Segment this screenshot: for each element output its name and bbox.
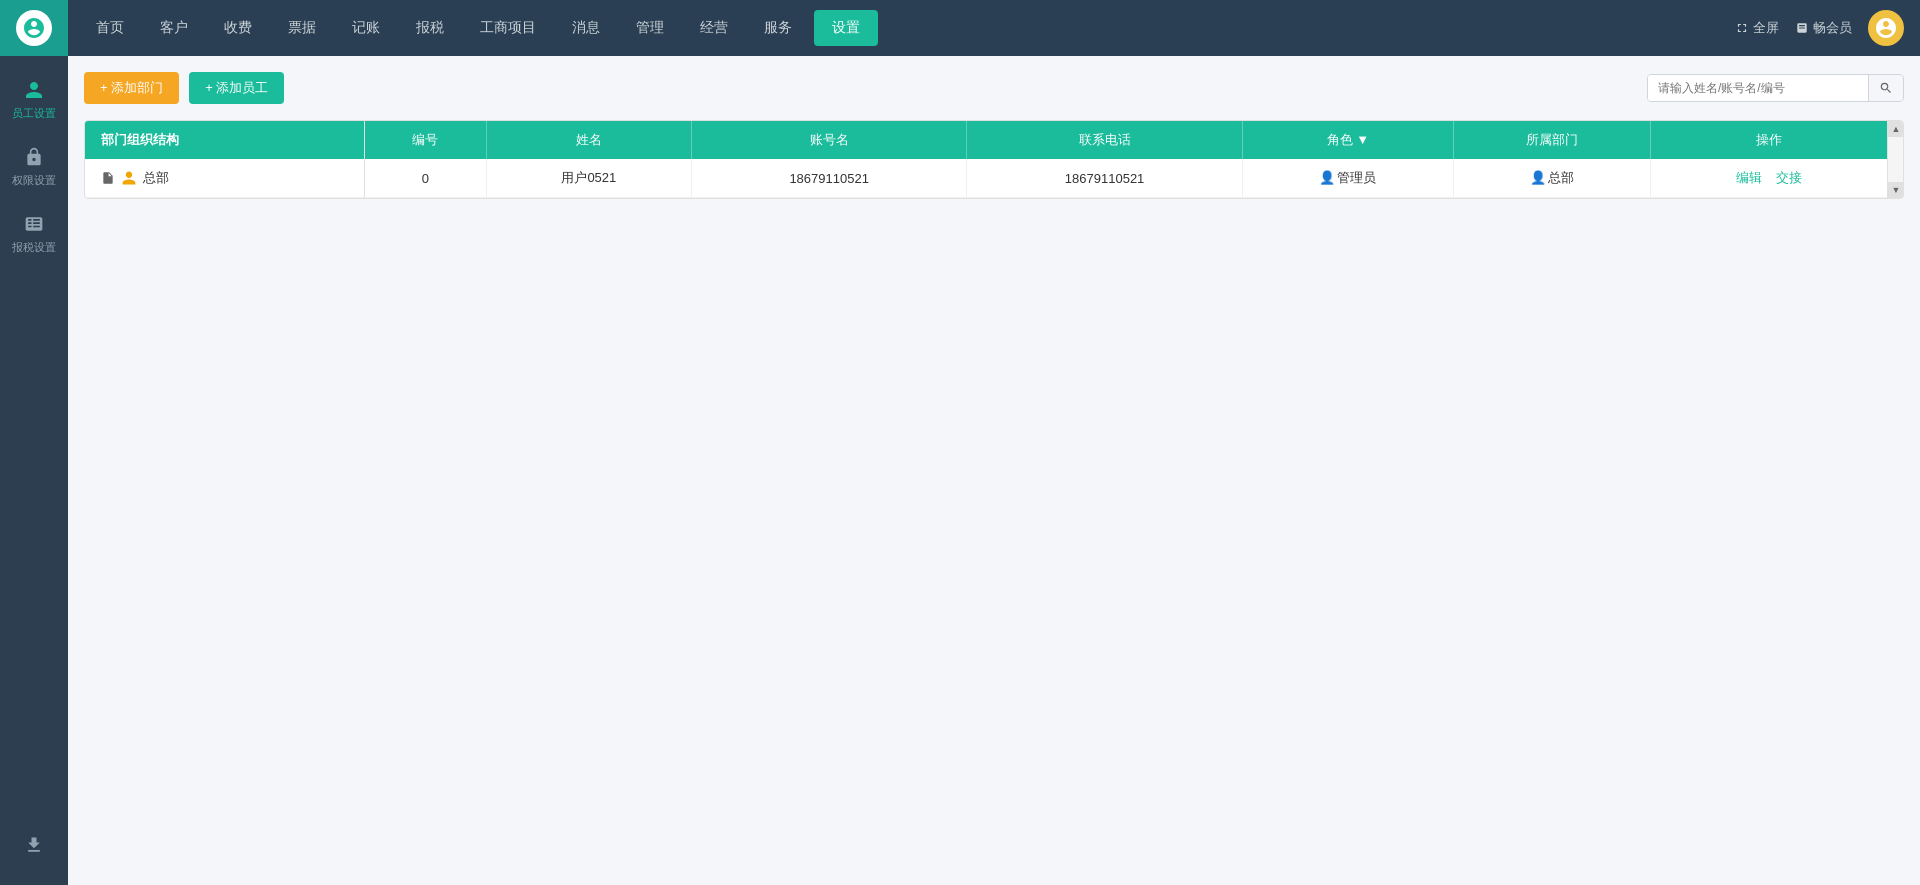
nav-item-收费[interactable]: 收费 xyxy=(206,0,270,56)
nav-item-服务[interactable]: 服务 xyxy=(746,0,810,56)
col-header-ops: 操作 xyxy=(1650,121,1887,159)
top-nav-right: 全屏 畅会员 xyxy=(1735,10,1920,46)
nav-item-管理[interactable]: 管理 xyxy=(618,0,682,56)
nav-item-设置[interactable]: 设置 xyxy=(814,10,878,46)
table-header-row: 编号 姓名 账号名 联系电话 角色 ▼ 所属部门 操作 xyxy=(365,121,1887,159)
sidebar-item-employee[interactable]: 员工设置 xyxy=(0,66,68,133)
member-btn[interactable]: 畅会员 xyxy=(1795,19,1852,37)
cell-dept: 👤总部 xyxy=(1453,159,1650,198)
logo[interactable] xyxy=(0,0,68,56)
cell-id: 0 xyxy=(365,159,486,198)
fullscreen-btn[interactable]: 全屏 xyxy=(1735,19,1779,37)
sidebar-bottom xyxy=(0,821,68,885)
employee-data-table: 编号 姓名 账号名 联系电话 角色 ▼ 所属部门 操作 0 用户0521 186… xyxy=(365,121,1887,198)
sidebar-label-permission: 权限设置 xyxy=(12,173,56,188)
nav-item-记账[interactable]: 记账 xyxy=(334,0,398,56)
sidebar-item-download[interactable] xyxy=(0,821,68,869)
toolbar: + 添加部门 + 添加员工 xyxy=(84,72,1904,104)
member-label: 畅会员 xyxy=(1813,19,1852,37)
add-dept-button[interactable]: + 添加部门 xyxy=(84,72,179,104)
search-button[interactable] xyxy=(1868,75,1903,101)
user-avatar[interactable] xyxy=(1868,10,1904,46)
search-box xyxy=(1647,74,1904,102)
table-row: 0 用户0521 18679110521 18679110521 👤管理员 👤总… xyxy=(365,159,1887,198)
sidebar-item-tax[interactable]: 报税设置 xyxy=(0,200,68,267)
person-icon xyxy=(22,78,46,102)
main-layout: 员工设置 权限设置 报税设置 + 添加部门 xyxy=(0,56,1920,885)
fullscreen-label: 全屏 xyxy=(1753,19,1779,37)
logo-icon xyxy=(16,10,52,46)
sidebar-label-employee: 员工设置 xyxy=(12,106,56,121)
cell-account: 18679110521 xyxy=(691,159,966,198)
table-layout: 部门组织结构 总部 编号 姓名 账号名 联系电话 xyxy=(84,120,1904,199)
edit-link[interactable]: 编辑 xyxy=(1736,170,1762,185)
cell-role: 👤管理员 xyxy=(1242,159,1453,198)
search-input[interactable] xyxy=(1648,75,1868,101)
nav-item-消息[interactable]: 消息 xyxy=(554,0,618,56)
col-header-role[interactable]: 角色 ▼ xyxy=(1242,121,1453,159)
scroll-up-arrow[interactable]: ▲ xyxy=(1888,121,1904,137)
transfer-link[interactable]: 交接 xyxy=(1776,170,1802,185)
file-icon xyxy=(101,171,115,185)
report-icon xyxy=(22,212,46,236)
search-icon xyxy=(1879,81,1893,95)
tree-item-label: 总部 xyxy=(143,169,169,187)
col-header-id: 编号 xyxy=(365,121,486,159)
nav-item-工商项目[interactable]: 工商项目 xyxy=(462,0,554,56)
col-header-phone: 联系电话 xyxy=(967,121,1242,159)
lock-icon xyxy=(22,145,46,169)
sidebar: 员工设置 权限设置 报税设置 xyxy=(0,56,68,885)
nav-item-首页[interactable]: 首页 xyxy=(78,0,142,56)
nav-item-客户[interactable]: 客户 xyxy=(142,0,206,56)
tree-panel: 部门组织结构 总部 xyxy=(85,121,365,198)
nav-item-经营[interactable]: 经营 xyxy=(682,0,746,56)
cell-name: 用户0521 xyxy=(486,159,691,198)
col-header-dept: 所属部门 xyxy=(1453,121,1650,159)
cell-ops: 编辑 交接 xyxy=(1650,159,1887,198)
nav-item-报税[interactable]: 报税 xyxy=(398,0,462,56)
cell-phone: 18679110521 xyxy=(967,159,1242,198)
sidebar-item-permission[interactable]: 权限设置 xyxy=(0,133,68,200)
col-header-name: 姓名 xyxy=(486,121,691,159)
add-employee-button[interactable]: + 添加员工 xyxy=(189,72,284,104)
sidebar-label-tax: 报税设置 xyxy=(12,240,56,255)
employee-table: 编号 姓名 账号名 联系电话 角色 ▼ 所属部门 操作 0 用户0521 186… xyxy=(365,121,1887,198)
top-nav: 首页客户收费票据记账报税工商项目消息管理经营服务设置 全屏 畅会员 xyxy=(0,0,1920,56)
col-header-account: 账号名 xyxy=(691,121,966,159)
main-content: + 添加部门 + 添加员工 部门组织结构 xyxy=(68,56,1920,885)
download-icon xyxy=(22,833,46,857)
tree-item-root[interactable]: 总部 xyxy=(85,159,364,198)
scroll-bar: ▲ ▼ xyxy=(1887,121,1903,198)
scroll-down-arrow[interactable]: ▼ xyxy=(1888,182,1904,198)
top-nav-menu: 首页客户收费票据记账报税工商项目消息管理经营服务设置 xyxy=(68,0,1735,56)
tree-header: 部门组织结构 xyxy=(85,121,364,159)
person-tree-icon xyxy=(121,170,137,186)
nav-item-票据[interactable]: 票据 xyxy=(270,0,334,56)
